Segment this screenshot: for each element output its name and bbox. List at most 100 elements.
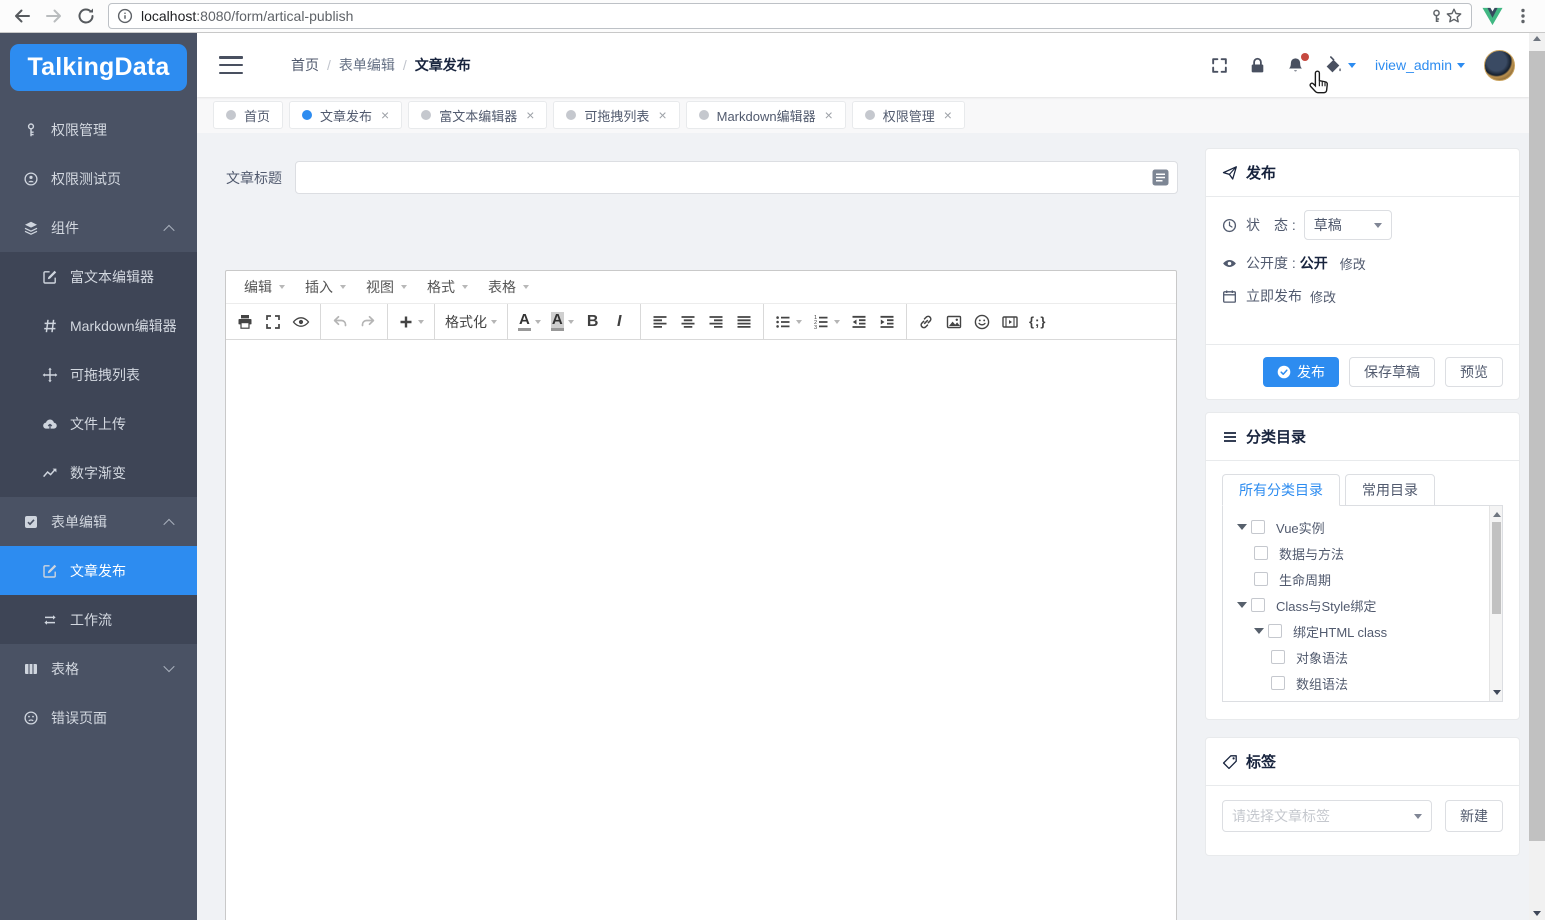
sidebar-item-markdown-editor[interactable]: Markdown编辑器 xyxy=(0,301,197,350)
tree-node-label[interactable]: 绑定HTML class xyxy=(1293,622,1387,641)
sidebar-item-rich-editor[interactable]: 富文本编辑器 xyxy=(0,252,197,301)
tab-article-publish[interactable]: 文章发布 × xyxy=(289,101,403,129)
tree-node-label[interactable]: 数组语法 xyxy=(1296,674,1348,693)
vue-devtools-icon[interactable] xyxy=(1482,7,1503,26)
tab-draggable-list[interactable]: 可拖拽列表 × xyxy=(553,101,680,129)
category-tab[interactable]: 所有分类目录 xyxy=(1222,474,1340,506)
menubar-item[interactable]: 编辑 xyxy=(234,271,295,303)
avatar[interactable] xyxy=(1484,49,1515,81)
page-scrollbar-thumb[interactable] xyxy=(1529,51,1545,841)
menubar-item[interactable]: 插入 xyxy=(295,271,356,303)
tree-checkbox[interactable] xyxy=(1271,676,1285,690)
tree-scrollbar-thumb[interactable] xyxy=(1492,522,1501,614)
preview-button[interactable]: 预览 xyxy=(1445,357,1503,387)
tree-checkbox[interactable] xyxy=(1254,546,1268,560)
user-menu[interactable]: iview_admin xyxy=(1375,57,1465,73)
close-icon[interactable]: × xyxy=(825,108,833,122)
tree-expand-icon[interactable] xyxy=(1237,602,1247,608)
back-icon[interactable] xyxy=(12,6,32,26)
bullet-list-button[interactable] xyxy=(770,308,806,336)
sidebar-item-components[interactable]: 组件 xyxy=(0,203,197,252)
link-button[interactable] xyxy=(913,308,939,336)
align-center-button[interactable] xyxy=(675,308,701,336)
sidebar-item-permission-test[interactable]: 权限测试页 xyxy=(0,154,197,203)
breadcrumb-item[interactable]: 首页 xyxy=(291,55,319,75)
redo-button[interactable] xyxy=(355,308,381,336)
sidebar-item-count-to[interactable]: 数字渐变 xyxy=(0,448,197,497)
sidebar-item-permission[interactable]: 权限管理 xyxy=(0,105,197,154)
tab-markdown-editor[interactable]: Markdown编辑器 × xyxy=(685,101,846,129)
background-color-button[interactable]: A xyxy=(547,308,578,336)
outdent-button[interactable] xyxy=(846,308,872,336)
tree-node-label[interactable]: Vue实例 xyxy=(1276,518,1325,537)
url-bar[interactable]: localhost:8080/form/artical-publish xyxy=(108,3,1472,29)
sidebar-item-form-edit[interactable]: 表单编辑 xyxy=(0,497,197,546)
scroll-down-icon[interactable] xyxy=(1490,686,1502,699)
media-button[interactable] xyxy=(997,308,1023,336)
refresh-icon[interactable] xyxy=(76,6,96,26)
page-info-icon[interactable] xyxy=(117,8,133,24)
tree-checkbox[interactable] xyxy=(1268,624,1282,638)
schedule-edit-link[interactable]: 修改 xyxy=(1310,287,1336,306)
align-left-button[interactable] xyxy=(647,308,673,336)
tree-node-label[interactable]: Class与Style绑定 xyxy=(1276,596,1376,615)
editor-content-area[interactable] xyxy=(226,341,1176,920)
tab-rich-editor[interactable]: 富文本编辑器 × xyxy=(408,101,548,129)
breadcrumb-item[interactable]: 表单编辑 xyxy=(339,55,395,75)
collapse-menu-icon[interactable] xyxy=(219,56,243,74)
password-key-icon[interactable] xyxy=(1428,8,1445,25)
tree-expand-icon[interactable] xyxy=(1254,628,1264,634)
sidebar-item-tables[interactable]: 表格 xyxy=(0,644,197,693)
close-icon[interactable]: × xyxy=(944,108,952,122)
tree-checkbox[interactable] xyxy=(1251,598,1265,612)
visibility-edit-link[interactable]: 修改 xyxy=(1340,254,1366,273)
new-tag-button[interactable]: 新建 xyxy=(1445,800,1503,832)
title-list-icon[interactable] xyxy=(1152,169,1169,186)
emoji-button[interactable] xyxy=(969,308,995,336)
close-icon[interactable]: × xyxy=(658,108,666,122)
tab-permission[interactable]: 权限管理 × xyxy=(851,101,965,129)
sidebar-item-draggable-list[interactable]: 可拖拽列表 xyxy=(0,350,197,399)
menubar-item[interactable]: 表格 xyxy=(478,271,539,303)
sidebar-item-file-upload[interactable]: 文件上传 xyxy=(0,399,197,448)
indent-button[interactable] xyxy=(874,308,900,336)
browser-menu-icon[interactable] xyxy=(1515,7,1531,25)
tree-node-label[interactable]: 生命周期 xyxy=(1279,570,1331,589)
fullscreen-button[interactable] xyxy=(260,308,286,336)
code-button[interactable]: {;} xyxy=(1025,308,1051,336)
format-select[interactable]: 格式化 xyxy=(441,308,501,336)
tree-checkbox[interactable] xyxy=(1254,572,1268,586)
sidebar-item-error-pages[interactable]: 错误页面 xyxy=(0,693,197,742)
lock-icon[interactable] xyxy=(1248,56,1267,75)
print-button[interactable] xyxy=(232,308,258,336)
publish-button[interactable]: 发布 xyxy=(1263,357,1339,387)
menubar-item[interactable]: 视图 xyxy=(356,271,417,303)
close-icon[interactable]: × xyxy=(381,108,389,122)
sidebar-item-workflow[interactable]: 工作流 xyxy=(0,595,197,644)
align-right-button[interactable] xyxy=(703,308,729,336)
image-button[interactable] xyxy=(941,308,967,336)
tab-home[interactable]: 首页 xyxy=(213,101,284,129)
align-justify-button[interactable] xyxy=(731,308,757,336)
text-color-button[interactable]: A xyxy=(514,308,545,336)
numbered-list-button[interactable]: 123 xyxy=(808,308,844,336)
scroll-down-icon[interactable] xyxy=(1529,904,1545,916)
bookmark-star-icon[interactable] xyxy=(1445,7,1463,25)
category-tab[interactable]: 常用目录 xyxy=(1345,474,1435,506)
scroll-up-icon[interactable] xyxy=(1490,508,1502,521)
preview-button[interactable] xyxy=(288,308,314,336)
app-logo[interactable]: TalkingData xyxy=(10,44,187,91)
page-scrollbar[interactable] xyxy=(1529,33,1545,920)
tree-checkbox[interactable] xyxy=(1271,650,1285,664)
tree-scrollbar[interactable] xyxy=(1489,506,1502,701)
sidebar-item-article-publish[interactable]: 文章发布 xyxy=(0,546,197,595)
article-title-input[interactable] xyxy=(295,161,1178,194)
bold-button[interactable]: B xyxy=(580,308,606,336)
menubar-item[interactable]: 格式 xyxy=(417,271,478,303)
tag-select[interactable]: 请选择文章标签 xyxy=(1222,800,1432,832)
insert-button[interactable] xyxy=(394,308,428,336)
tree-node-label[interactable]: 对象语法 xyxy=(1296,648,1348,667)
tree-checkbox[interactable] xyxy=(1251,520,1265,534)
tree-node-label[interactable]: 数据与方法 xyxy=(1279,544,1344,563)
save-draft-button[interactable]: 保存草稿 xyxy=(1349,357,1435,387)
